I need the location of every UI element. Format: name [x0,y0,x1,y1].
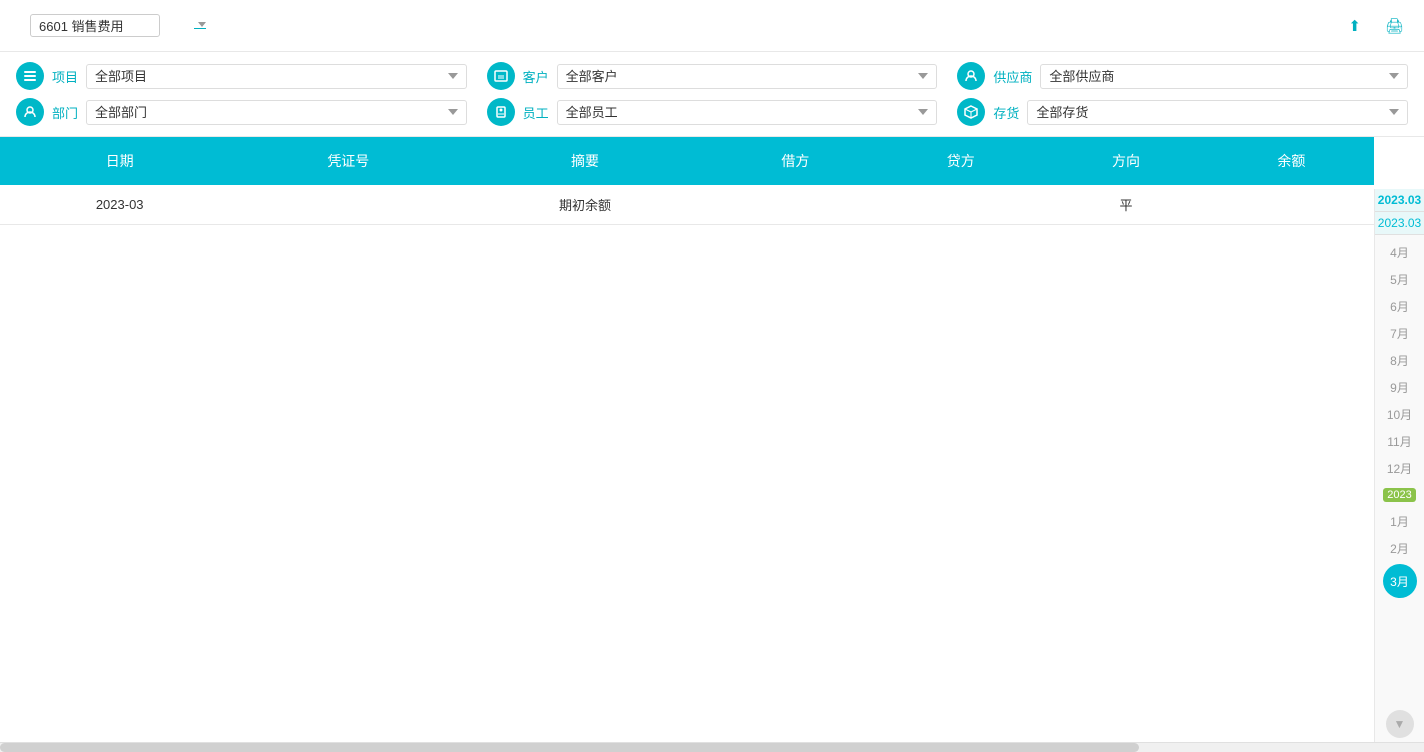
top-actions: ⬆ 🖨 [1348,17,1408,35]
timeline-9[interactable]: 9月 [1375,374,1424,401]
cell-summary: 期初余额 [457,185,713,225]
h-scrollbar[interactable] [0,742,1424,752]
filter-item-project: 项目 全部项目 [16,62,467,90]
inventory-icon [957,98,985,126]
year-badge-container: 2023 [1383,482,1415,508]
table-container: 日期 凭证号 摘要 借方 贷方 方向 余额 2023-03 期初余额 平 2023.… [0,137,1424,742]
department-label: 部门 [52,103,78,122]
filter-item-customer: 客户 全部客户 [487,62,938,90]
col-direction: 方向 [1043,137,1208,185]
timeline-1[interactable]: 1月 [1375,508,1424,535]
data-table: 日期 凭证号 摘要 借方 贷方 方向 余额 2023-03 期初余额 平 [0,137,1374,225]
main-container: ⬆ 🖨 项目 全部项目 [0,0,1424,752]
project-select[interactable]: 全部项目 [86,64,467,89]
timeline-5[interactable]: 5月 [1375,266,1424,293]
print-icon: 🖨 [1385,17,1404,35]
timeline-down-arrow[interactable]: ▼ [1386,710,1414,738]
col-balance: 余额 [1209,137,1374,185]
col-date: 日期 [0,137,239,185]
timeline-10[interactable]: 10月 [1375,401,1424,428]
filter-item-department: 部门 全部部门 [16,98,467,126]
download-icon: ⬆ [1348,17,1361,35]
timeline-11[interactable]: 11月 [1375,428,1424,455]
timeline-panel: 2023.03 2023.03 4月 5月 6月 7月 8月 9月 10月 11… [1374,189,1424,742]
cell-debit [713,185,878,225]
col-credit: 贷方 [878,137,1043,185]
project-label: 项目 [52,67,78,86]
cell-balance [1209,185,1374,225]
timeline-6[interactable]: 6月 [1375,293,1424,320]
supplier-label: 供应商 [993,67,1032,86]
timeline-2[interactable]: 2月 [1375,535,1424,562]
cell-direction: 平 [1043,185,1208,225]
table-header-row: 日期 凭证号 摘要 借方 贷方 方向 余额 [0,137,1374,185]
timeline-header-2[interactable]: 2023.03 [1375,212,1424,235]
col-voucher: 凭证号 [239,137,457,185]
cell-date: 2023-03 [0,185,239,225]
department-icon [16,98,44,126]
filter-item-supplier: 供应商 全部供应商 [957,62,1408,90]
filter-item-inventory: 存货 全部存货 [957,98,1408,126]
chevron-down-icon [198,22,206,27]
print-button[interactable]: 🖨 [1385,17,1408,35]
timeline-7[interactable]: 7月 [1375,320,1424,347]
table-body: 2023-03 期初余额 平 [0,185,1374,225]
filter-bar: 项目 全部项目 客户 全部客户 [0,52,1424,137]
timeline-header-1[interactable]: 2023.03 [1375,189,1424,212]
inventory-label: 存货 [993,103,1019,122]
timeline-3-selected[interactable]: 3月 [1383,564,1417,598]
project-icon [16,62,44,90]
col-debit: 借方 [713,137,878,185]
table-row: 2023-03 期初余额 平 [0,185,1374,225]
supplier-icon [957,62,985,90]
employee-icon [487,98,515,126]
cell-voucher [239,185,457,225]
cell-credit [878,185,1043,225]
next-arrow[interactable] [166,24,174,28]
col-summary: 摘要 [457,137,713,185]
employee-label: 员工 [523,103,549,122]
timeline-12[interactable]: 12月 [1375,455,1424,482]
year-2023-badge: 2023 [1383,488,1415,502]
customer-icon [487,62,515,90]
top-bar: ⬆ 🖨 [0,0,1424,52]
customer-label: 客户 [523,67,549,86]
supplier-select[interactable]: 全部供应商 [1040,64,1408,89]
account-code-input[interactable] [30,14,160,37]
timeline-4[interactable]: 4月 [1375,239,1424,266]
filter-item-employee: 员工 全部员工 [487,98,938,126]
inventory-select[interactable]: 全部存货 [1027,100,1408,125]
employee-select[interactable]: 全部员工 [557,100,938,125]
table-scroll[interactable]: 日期 凭证号 摘要 借方 贷方 方向 余额 2023-03 期初余额 平 [0,137,1374,742]
prev-arrow[interactable] [16,24,24,28]
account-nav [16,14,174,37]
timeline-8[interactable]: 8月 [1375,347,1424,374]
timeline-items: 4月 5月 6月 7月 8月 9月 10月 11月 12月 2023 1月 2月… [1375,235,1424,706]
department-select[interactable]: 全部部门 [86,100,467,125]
customer-select[interactable]: 全部客户 [557,64,938,89]
download-button[interactable]: ⬆ [1348,17,1365,35]
show-sub-button[interactable] [194,22,206,29]
